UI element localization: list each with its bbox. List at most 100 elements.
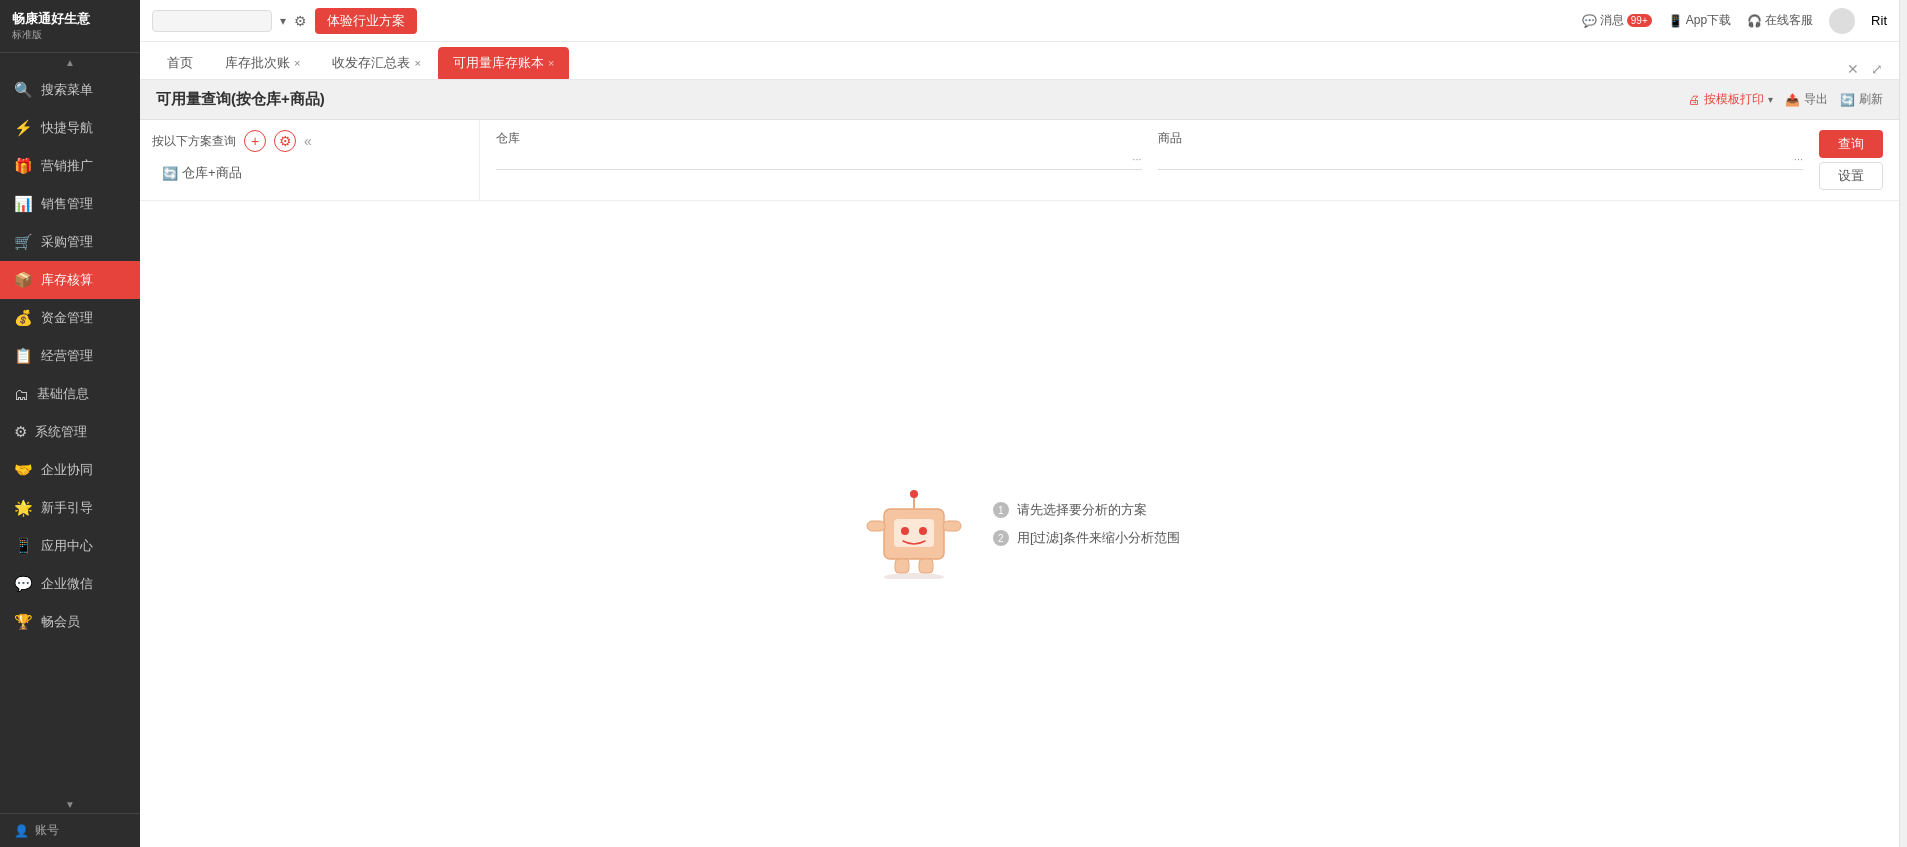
content-area: 可用量查询(按仓库+商品) 🖨 按模板打印 ▾ 📤 导出 🔄 刷新 xyxy=(140,80,1899,847)
topbar-gear-icon[interactable]: ⚙ xyxy=(294,13,307,29)
warehouse-label: 仓库 xyxy=(496,130,1142,147)
sidebar-item-wechat[interactable]: 💬企业微信 xyxy=(0,565,140,603)
print-icon: 🖨 xyxy=(1688,93,1700,107)
service-icon: 🎧 xyxy=(1747,14,1762,28)
topbar: ▾ ⚙ 体验行业方案 💬 消息 99+ 📱 App下载 🎧 在线客服 Rit xyxy=(140,0,1899,42)
filter-label: 按以下方案查询 xyxy=(152,133,236,150)
step2-num: 2 xyxy=(993,530,1009,546)
empty-step1: 1 请先选择要分析的方案 xyxy=(993,501,1180,519)
goods-input[interactable] xyxy=(1158,151,1794,166)
tab-collect[interactable]: 收发存汇总表 × xyxy=(317,47,435,79)
main-area: ▾ ⚙ 体验行业方案 💬 消息 99+ 📱 App下载 🎧 在线客服 Rit 首… xyxy=(140,0,1899,847)
scheme-label: 仓库+商品 xyxy=(182,164,242,182)
step1-num: 1 xyxy=(993,502,1009,518)
tab-available[interactable]: 可用量库存账本 × xyxy=(438,47,569,79)
refresh-icon: 🔄 xyxy=(1840,93,1855,107)
filter-scheme-list: 🔄 仓库+商品 xyxy=(152,160,467,186)
sidebar-item-finance[interactable]: 💰 资金管理 xyxy=(0,299,140,337)
goods-input-row: ··· xyxy=(1158,151,1804,170)
tabbar-close-all-btn[interactable]: ✕ xyxy=(1843,59,1863,79)
svg-point-5 xyxy=(910,490,918,498)
sidebar-item-system[interactable]: ⚙系统管理 xyxy=(0,413,140,451)
sidebar-label-inventory: 库存核算 xyxy=(41,271,93,289)
empty-illustration xyxy=(859,469,969,579)
step2-text: 用[过滤]条件来缩小分析范围 xyxy=(1017,529,1180,547)
goods-more-btn[interactable]: ··· xyxy=(1794,153,1803,165)
warehouse-more-btn[interactable]: ··· xyxy=(1132,153,1141,165)
tab-home[interactable]: 首页 xyxy=(152,47,208,79)
sidebar-item-member[interactable]: 🏆畅会员 xyxy=(0,603,140,641)
sidebar-label-member: 畅会员 xyxy=(41,613,80,631)
sidebar-icon-purchase: 🛒 xyxy=(14,233,33,251)
sidebar-icon-basic: 🗂 xyxy=(14,386,29,403)
query-btn[interactable]: 查询 xyxy=(1819,130,1883,158)
export-label: 导出 xyxy=(1804,91,1828,108)
goods-field-group: 商品 ··· xyxy=(1158,130,1804,170)
export-icon: 📤 xyxy=(1785,93,1800,107)
page-title: 可用量查询(按仓库+商品) xyxy=(156,90,325,109)
empty-state: 1 请先选择要分析的方案 2 用[过滤]条件来缩小分析范围 xyxy=(140,201,1899,847)
print-template-btn[interactable]: 🖨 按模板打印 ▾ xyxy=(1688,91,1773,108)
topbar-dropdown-btn[interactable]: ▾ xyxy=(280,14,286,28)
sidebar-item-sales[interactable]: 📊销售管理 xyxy=(0,185,140,223)
topbar-app-download[interactable]: 📱 App下载 xyxy=(1668,12,1731,29)
sidebar-item-shortcut[interactable]: ⚡快捷导航 xyxy=(0,109,140,147)
svg-rect-6 xyxy=(867,521,885,531)
sidebar-scroll-down[interactable]: ▼ xyxy=(0,795,140,813)
warehouse-input-row: ··· xyxy=(496,151,1142,170)
logo-subtitle: 标准版 xyxy=(12,28,128,42)
sidebar-item-marketing[interactable]: 🎁营销推广 xyxy=(0,147,140,185)
sidebar-item-inventory[interactable]: 📦库存核算 xyxy=(0,261,140,299)
sidebar-item-operation[interactable]: 📋经营管理 xyxy=(0,337,140,375)
sidebar-icon-finance: 💰 xyxy=(14,309,33,327)
query-buttons: 查询 设置 xyxy=(1819,130,1883,190)
user-avatar[interactable] xyxy=(1829,8,1855,34)
page-actions: 🖨 按模板打印 ▾ 📤 导出 🔄 刷新 xyxy=(1688,91,1883,108)
sidebar-menu: 🔍搜索菜单⚡快捷导航🎁营销推广📊销售管理🛒采购管理📦库存核算 💰 资金管理 📋经营管理… xyxy=(0,71,140,795)
warehouse-input[interactable] xyxy=(496,151,1132,166)
sidebar-item-purchase[interactable]: 🛒采购管理 xyxy=(0,223,140,261)
topbar-msg[interactable]: 💬 消息 99+ xyxy=(1582,12,1652,29)
refresh-btn[interactable]: 🔄 刷新 xyxy=(1840,91,1883,108)
sidebar-icon-appcenter: 📱 xyxy=(14,537,33,555)
msg-icon: 💬 xyxy=(1582,14,1597,28)
sidebar-label-finance: 资金管理 xyxy=(41,309,93,327)
sidebar-label-basic: 基础信息 xyxy=(37,385,89,403)
settings-btn[interactable]: 设置 xyxy=(1819,162,1883,190)
sidebar-label-guide: 新手引导 xyxy=(41,499,93,517)
topbar-online-service[interactable]: 🎧 在线客服 xyxy=(1747,12,1813,29)
filter-settings-btn[interactable]: ⚙ xyxy=(274,130,296,152)
tab-batch[interactable]: 库存批次账 × xyxy=(210,47,315,79)
sidebar-item-appcenter[interactable]: 📱 应用中心 xyxy=(0,527,140,565)
tab-available-label: 可用量库存账本 xyxy=(453,54,544,72)
sidebar-item-basic[interactable]: 🗂 基础信息 xyxy=(0,375,140,413)
svg-rect-7 xyxy=(943,521,961,531)
topbar-search-input[interactable] xyxy=(152,10,272,32)
print-label: 按模板打印 xyxy=(1704,91,1764,108)
sidebar-scroll-up[interactable]: ▲ xyxy=(0,53,140,71)
tab-collect-close[interactable]: × xyxy=(414,58,420,69)
sidebar-icon-shortcut: ⚡ xyxy=(14,119,33,137)
sidebar-item-enterprise[interactable]: 🤝企业协同 xyxy=(0,451,140,489)
filter-scheme-item-warehouse-goods[interactable]: 🔄 仓库+商品 xyxy=(152,160,252,186)
app-icon: 📱 xyxy=(1668,14,1683,28)
tab-batch-close[interactable]: × xyxy=(294,58,300,69)
tab-available-close[interactable]: × xyxy=(548,58,554,69)
trial-btn[interactable]: 体验行业方案 xyxy=(315,8,417,34)
sidebar-item-search[interactable]: 🔍搜索菜单 xyxy=(0,71,140,109)
sidebar-label-appcenter: 应用中心 xyxy=(41,537,93,555)
svg-rect-1 xyxy=(894,519,934,547)
tabbar-expand-btn[interactable]: ⤢ xyxy=(1867,59,1887,79)
export-btn[interactable]: 📤 导出 xyxy=(1785,91,1828,108)
svg-point-3 xyxy=(919,527,927,535)
sidebar-icon-enterprise: 🤝 xyxy=(14,461,33,479)
filter-add-btn[interactable]: + xyxy=(244,130,266,152)
sidebar-item-guide[interactable]: 🌟 新手引导 xyxy=(0,489,140,527)
sidebar-label-sales: 销售管理 xyxy=(41,195,93,213)
sidebar-icon-guide: 🌟 xyxy=(14,499,33,517)
empty-step2: 2 用[过滤]条件来缩小分析范围 xyxy=(993,529,1180,547)
sidebar-label-search: 搜索菜单 xyxy=(41,81,93,99)
right-scrollbar[interactable] xyxy=(1899,0,1907,847)
filter-collapse-btn[interactable]: « xyxy=(304,133,312,149)
msg-label: 消息 xyxy=(1600,12,1624,29)
